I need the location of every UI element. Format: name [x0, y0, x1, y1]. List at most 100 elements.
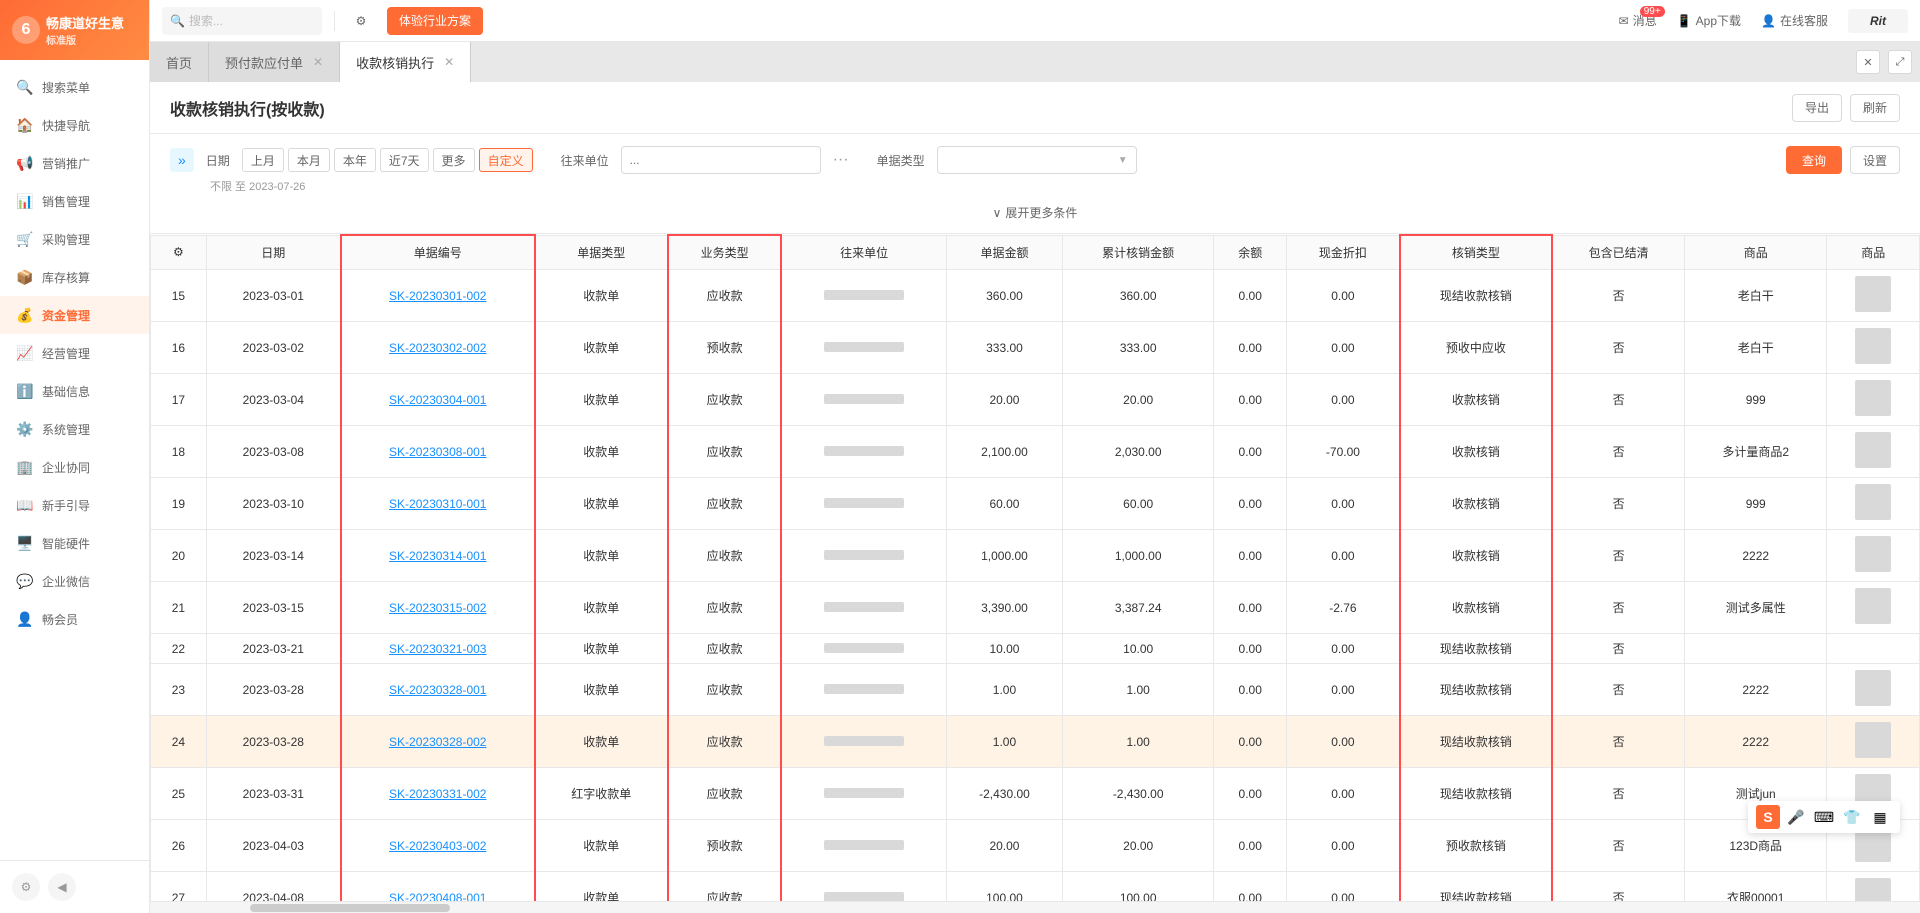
partner-input[interactable]	[621, 146, 821, 174]
top-search-box[interactable]: 🔍 搜索...	[162, 7, 322, 35]
refresh-btn[interactable]: 刷新	[1850, 94, 1900, 122]
bill-no-link[interactable]: SK-20230314-001	[389, 549, 486, 563]
cell-biz-type: 预收款	[668, 322, 782, 374]
cell-no: 27	[151, 872, 207, 902]
bill-no-link[interactable]: SK-20230310-001	[389, 497, 486, 511]
shirt-icon[interactable]: 👕	[1840, 805, 1864, 829]
partner-more-btn[interactable]: ···	[833, 151, 849, 169]
sidebar-item-sales[interactable]: 📊销售管理	[0, 182, 149, 220]
tab-prepay[interactable]: 预付款应付单 ✕	[209, 42, 340, 82]
sidebar-item-label-operations: 经营管理	[42, 345, 90, 362]
industry-btn[interactable]: 体验行业方案	[387, 7, 483, 35]
tab-collect[interactable]: 收款核销执行 ✕	[340, 42, 471, 82]
sidebar-item-system[interactable]: ⚙️系统管理	[0, 410, 149, 448]
col-biz-type: 业务类型	[668, 235, 782, 270]
sidebar-item-marketing[interactable]: 📢营销推广	[0, 144, 149, 182]
export-btn[interactable]: 导出	[1792, 94, 1842, 122]
cell-goods2	[1827, 374, 1920, 426]
cell-bill-type: 收款单	[535, 634, 668, 664]
app-action[interactable]: 📱 App下载	[1677, 12, 1741, 29]
finance-icon: 💰	[16, 306, 34, 324]
query-btn[interactable]: 查询	[1786, 146, 1842, 174]
bill-type-select[interactable]: ▼	[937, 146, 1137, 174]
tab-home[interactable]: 首页	[150, 42, 209, 82]
col-cum-amount: 累计核销金额	[1063, 235, 1214, 270]
bill-no-link[interactable]: SK-20230403-002	[389, 839, 486, 853]
gear-icon[interactable]: ⚙	[347, 7, 375, 35]
cell-include-settled: 否	[1552, 634, 1684, 664]
date-btn-7days[interactable]: 近7天	[380, 148, 429, 172]
table-row: 15 2023-03-01 SK-20230301-002 收款单 应收款 36…	[151, 270, 1920, 322]
cell-bill-type: 收款单	[535, 426, 668, 478]
sidebar-item-corp[interactable]: 🏢企业协同	[0, 448, 149, 486]
sidebar-item-basic[interactable]: ℹ️基础信息	[0, 372, 149, 410]
sidebar-item-wechat[interactable]: 💬企业微信	[0, 562, 149, 600]
sidebar-item-inventory[interactable]: 📦库存核算	[0, 258, 149, 296]
page-header: 收款核销执行(按收款) 导出 刷新	[150, 82, 1920, 134]
bill-type-arrow: ▼	[1118, 155, 1128, 166]
sidebar-item-member[interactable]: 👤畅会员	[0, 600, 149, 638]
app-label: App下载	[1696, 12, 1741, 29]
corp-icon: 🏢	[16, 458, 34, 476]
sidebar-item-quicknav[interactable]: 🏠快捷导航	[0, 106, 149, 144]
settings-icon[interactable]: ⚙	[12, 873, 40, 901]
bill-no-link[interactable]: SK-20230308-001	[389, 445, 486, 459]
service-action[interactable]: 👤 在线客服	[1761, 12, 1828, 29]
filter-row1: » 日期 上月 本月 本年 近7天 更多 自定义 往来单位 ··· 单据类型 ▼…	[170, 146, 1900, 174]
bill-no-link[interactable]: SK-20230408-001	[389, 891, 486, 902]
scrollbar-thumb[interactable]	[250, 904, 450, 912]
bill-no-link[interactable]: SK-20230315-002	[389, 601, 486, 615]
date-btn-last-month[interactable]: 上月	[242, 148, 284, 172]
bill-no-link[interactable]: SK-20230321-003	[389, 642, 486, 656]
bill-no-link[interactable]: SK-20230328-001	[389, 683, 486, 697]
date-btn-custom[interactable]: 自定义	[479, 148, 533, 172]
cell-amount: 60.00	[946, 478, 1062, 530]
settings-btn[interactable]: 设置	[1850, 146, 1900, 174]
cell-date: 2023-04-08	[206, 872, 341, 902]
bill-no-link[interactable]: SK-20230328-002	[389, 735, 486, 749]
sidebar-item-hardware[interactable]: 🖥️智能硬件	[0, 524, 149, 562]
sidebar-item-operations[interactable]: 📈经营管理	[0, 334, 149, 372]
cell-goods2	[1827, 322, 1920, 374]
bill-no-link[interactable]: SK-20230301-002	[389, 289, 486, 303]
grid-icon[interactable]: ▦	[1868, 805, 1892, 829]
cell-biz-type: 应收款	[668, 478, 782, 530]
message-badge: 99+	[1640, 6, 1665, 17]
col-include-settled: 包含已结清	[1552, 235, 1684, 270]
message-action[interactable]: ✉ 消息 99+	[1619, 12, 1657, 29]
mic-icon[interactable]: 🎤	[1784, 805, 1808, 829]
sidebar-item-purchase[interactable]: 🛒采购管理	[0, 220, 149, 258]
col-settings[interactable]: ⚙	[151, 235, 207, 270]
cell-date: 2023-03-01	[206, 270, 341, 322]
cell-include-settled: 否	[1552, 820, 1684, 872]
tab-collect-label: 收款核销执行	[356, 53, 434, 72]
collapse-icon[interactable]: ◀	[48, 873, 76, 901]
date-btn-this-month[interactable]: 本月	[288, 148, 330, 172]
expand-toggle[interactable]: »	[170, 148, 194, 172]
bill-no-link[interactable]: SK-20230331-002	[389, 787, 486, 801]
win-close-btn[interactable]: ✕	[1856, 50, 1880, 74]
tab-collect-close[interactable]: ✕	[444, 55, 454, 69]
date-btn-more[interactable]: 更多	[433, 148, 475, 172]
sales-icon: 📊	[16, 192, 34, 210]
date-btn-this-year[interactable]: 本年	[334, 148, 376, 172]
cell-cum-amount: 3,387.24	[1063, 582, 1214, 634]
cell-include-settled: 否	[1552, 530, 1684, 582]
sidebar-item-search[interactable]: 🔍搜索菜单	[0, 68, 149, 106]
sidebar-logo: 6 畅康道好生意 标准版	[0, 0, 149, 60]
tab-prepay-close[interactable]: ✕	[313, 55, 323, 69]
sidebar-item-finance[interactable]: 💰资金管理	[0, 296, 149, 334]
cell-bill-type: 收款单	[535, 478, 668, 530]
keyboard-icon[interactable]: ⌨	[1812, 805, 1836, 829]
expand-more-btn[interactable]: ∨ 展开更多条件	[993, 204, 1078, 221]
table-row: 24 2023-03-28 SK-20230328-002 收款单 应收款 1.…	[151, 716, 1920, 768]
cell-bill-no: SK-20230302-002	[341, 322, 535, 374]
bill-no-link[interactable]: SK-20230304-001	[389, 393, 486, 407]
scrollbar-area[interactable]	[150, 901, 1920, 913]
sidebar-item-guide[interactable]: 📖新手引导	[0, 486, 149, 524]
cell-biz-type: 应收款	[668, 374, 782, 426]
sougou-icon[interactable]: S	[1756, 805, 1780, 829]
cell-balance: 0.00	[1214, 634, 1287, 664]
bill-no-link[interactable]: SK-20230302-002	[389, 341, 486, 355]
win-maximize-btn[interactable]: ⤢	[1888, 50, 1912, 74]
